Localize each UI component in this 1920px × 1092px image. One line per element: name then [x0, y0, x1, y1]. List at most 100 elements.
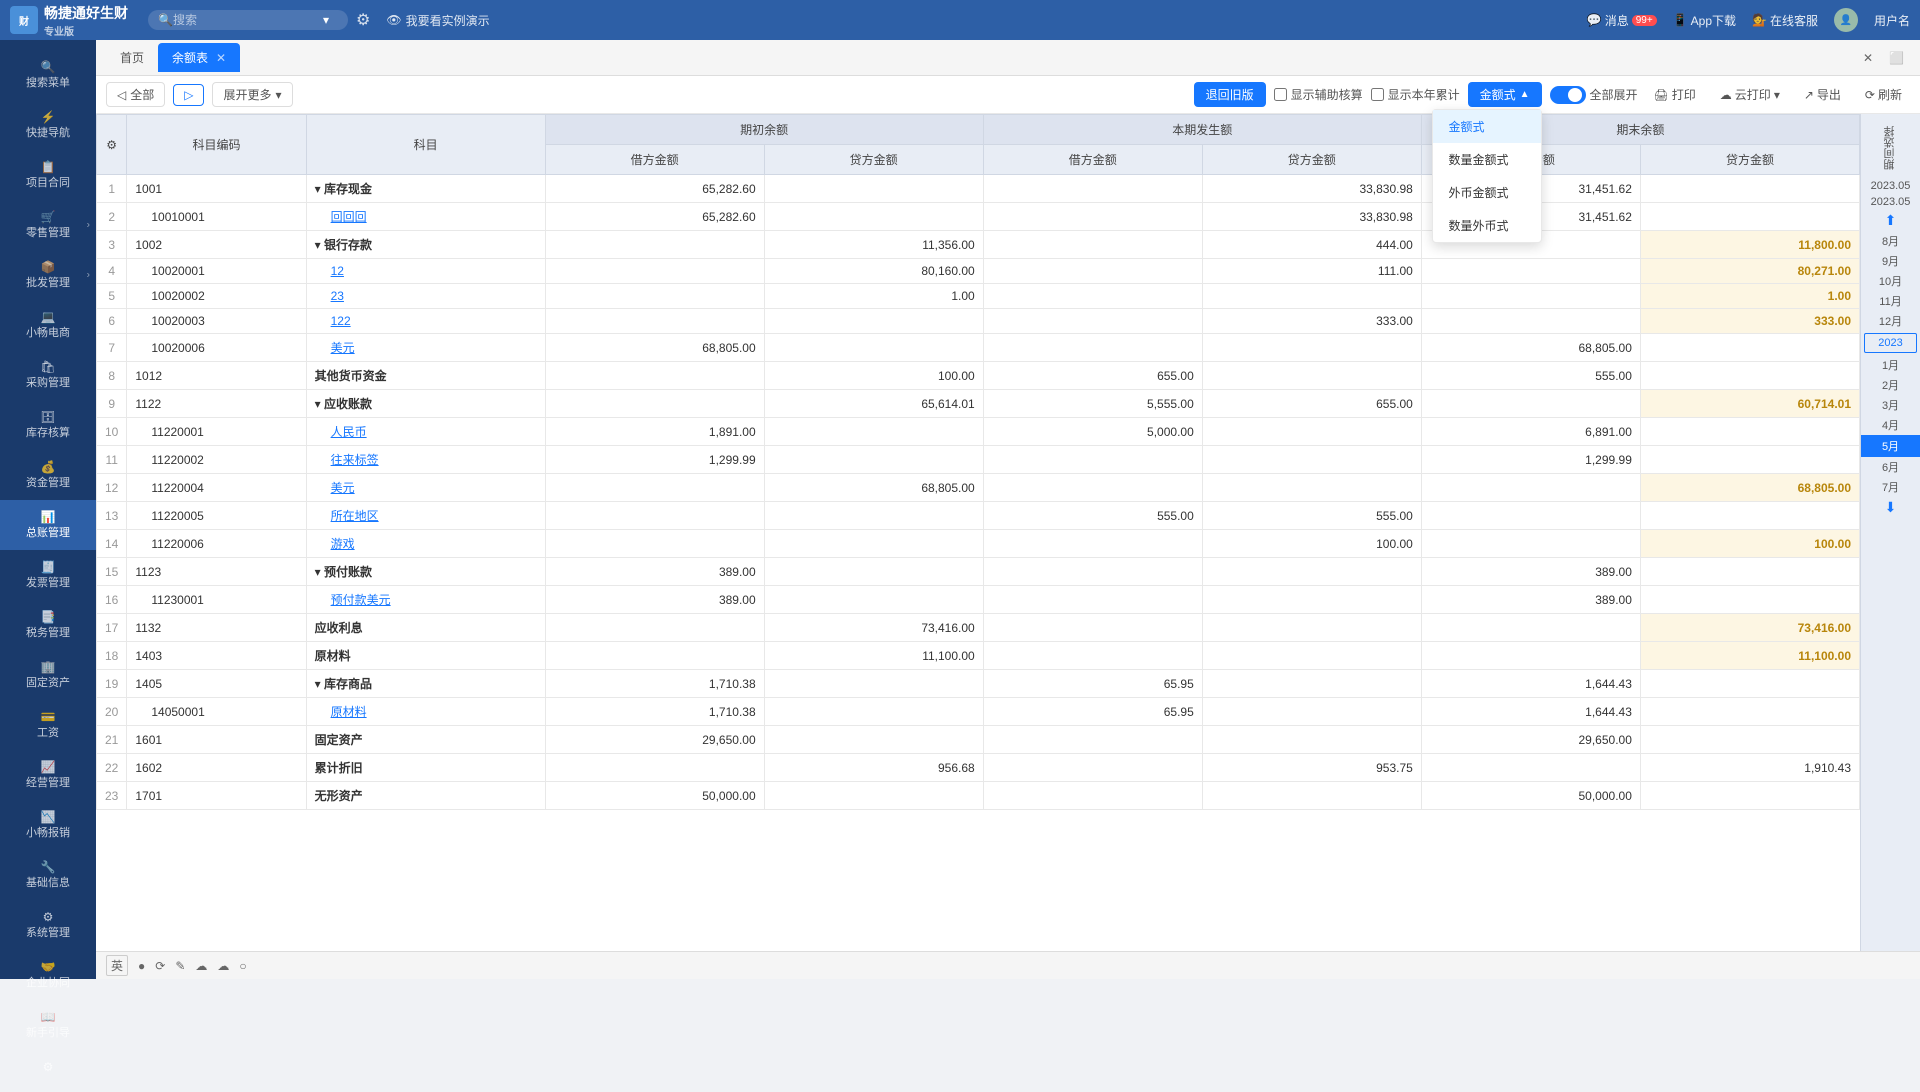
tab-home[interactable]: 首页	[106, 43, 158, 72]
back-nav-button[interactable]: ◁ 全部	[106, 82, 165, 107]
status-edit[interactable]: ✎	[175, 959, 185, 973]
row-name[interactable]: 其他货币资金	[306, 362, 545, 390]
status-cloud1[interactable]: ☁	[195, 959, 207, 973]
show-year-checkbox[interactable]	[1371, 88, 1384, 101]
nav-down-arrow[interactable]: ⬇	[1883, 497, 1899, 518]
row-name[interactable]: 应收利息	[306, 614, 545, 642]
search-bar[interactable]: 🔍 ▾	[148, 10, 348, 30]
settings-icon[interactable]: ⚙	[356, 10, 370, 30]
sidebar-item-ecommerce[interactable]: 💻 小畅电商	[0, 300, 96, 350]
th-settings[interactable]: ⚙	[97, 115, 127, 175]
month-5-active[interactable]: 5月	[1861, 435, 1920, 457]
tab-balance[interactable]: 余额表 ✕	[158, 43, 240, 72]
sidebar-search[interactable]: 🔍 搜索菜单	[0, 50, 96, 100]
row-number: 6	[97, 309, 127, 334]
month-9[interactable]: 9月	[1861, 251, 1920, 271]
format-option-qty-foreign[interactable]: 数量外币式	[1433, 209, 1541, 242]
row-cell-2	[983, 726, 1202, 754]
sidebar-item-settings[interactable]: ⚙	[0, 1050, 96, 1084]
sidebar-item-tax[interactable]: 📑 税务管理	[0, 600, 96, 650]
message-button[interactable]: 💬 消息 99+	[1587, 12, 1657, 29]
sidebar-item-operations[interactable]: 📈 经营管理	[0, 750, 96, 800]
cloud-print-button[interactable]: ☁ 云打印 ▾	[1712, 83, 1788, 106]
status-refresh[interactable]: ⟳	[155, 959, 165, 973]
tab-close-icon[interactable]: ✕	[216, 51, 226, 65]
row-cell-1: 1.00	[764, 284, 983, 309]
sidebar-item-purchase[interactable]: 🛍 采购管理	[0, 350, 96, 400]
show-aux-checkbox[interactable]	[1274, 88, 1287, 101]
show-aux-check[interactable]: 显示辅助核算	[1274, 86, 1363, 103]
row-cell-0: 1,299.99	[545, 446, 764, 474]
sidebar-item-retail[interactable]: 🛒 零售管理 ›	[0, 200, 96, 250]
row-cell-2	[983, 284, 1202, 309]
row-code: 10020006	[127, 334, 306, 362]
row-cell-3	[1202, 474, 1421, 502]
row-name[interactable]: ▾ 库存商品	[306, 670, 545, 698]
format-option-amount[interactable]: 金额式	[1433, 110, 1541, 143]
nav-up-arrow[interactable]: ⬆	[1883, 210, 1899, 231]
toggle-switch[interactable]	[1550, 86, 1586, 104]
settings-icon[interactable]: ⚙	[106, 138, 117, 152]
forward-nav-button[interactable]: ▷	[173, 84, 204, 106]
avatar[interactable]: 👤	[1834, 8, 1858, 32]
month-2[interactable]: 2月	[1861, 375, 1920, 395]
online-service-button[interactable]: 💁 在线客服	[1752, 12, 1818, 29]
sidebar-item-capital[interactable]: 💰 资金管理	[0, 450, 96, 500]
sidebar-item-payroll[interactable]: 💳 工资	[0, 700, 96, 750]
row-name[interactable]: ▾ 应收账款	[306, 390, 545, 418]
sidebar-item-guide[interactable]: 📖 新手引导	[0, 1000, 96, 1050]
demo-button[interactable]: 👁 我要看实例演示	[386, 12, 489, 29]
sidebar-item-assets[interactable]: 🏢 固定资产	[0, 650, 96, 700]
format-button[interactable]: 金额式 ▲	[1468, 82, 1542, 107]
month-6[interactable]: 6月	[1861, 457, 1920, 477]
month-8[interactable]: 8月	[1861, 231, 1920, 251]
row-name[interactable]: ▾ 银行存款	[306, 231, 545, 259]
show-year-label: 显示本年累计	[1388, 86, 1460, 103]
month-4[interactable]: 4月	[1861, 415, 1920, 435]
month-7[interactable]: 7月	[1861, 477, 1920, 497]
row-name[interactable]: 累计折旧	[306, 754, 545, 782]
month-10[interactable]: 10月	[1861, 271, 1920, 291]
row-name: 往来标签	[306, 446, 545, 474]
status-cloud2[interactable]: ☁	[217, 959, 229, 973]
row-cell-3	[1202, 558, 1421, 586]
sidebar-item-quicknav[interactable]: ⚡ 快捷导航	[0, 100, 96, 150]
format-option-qty-amount[interactable]: 数量金额式	[1433, 143, 1541, 176]
year-2023[interactable]: 2023	[1864, 333, 1917, 353]
format-option-foreign-amount[interactable]: 外币金额式	[1433, 176, 1541, 209]
row-cell-4	[1421, 642, 1640, 670]
row-name[interactable]: 固定资产	[306, 726, 545, 754]
sidebar-item-system[interactable]: ⚙ 系统管理	[0, 900, 96, 950]
export-button[interactable]: ↗ 导出	[1796, 83, 1849, 106]
app-download-button[interactable]: 📱 App下载	[1673, 12, 1736, 29]
status-lang[interactable]: 英	[106, 955, 128, 976]
window-close-icon[interactable]: ✕	[1857, 49, 1879, 67]
sidebar-item-reports[interactable]: 📉 小畅报销	[0, 800, 96, 850]
app-icon: 📱	[1673, 13, 1688, 27]
sidebar-item-inventory[interactable]: 🗄 库存核算	[0, 400, 96, 450]
month-12[interactable]: 12月	[1861, 311, 1920, 331]
window-maximize-icon[interactable]: ⬜	[1883, 49, 1910, 67]
row-name[interactable]: 无形资产	[306, 782, 545, 810]
sidebar-item-project[interactable]: 📋 项目合同	[0, 150, 96, 200]
row-cell-3: 444.00	[1202, 231, 1421, 259]
row-name[interactable]: ▾ 库存现金	[306, 175, 545, 203]
expand-more-button[interactable]: 展开更多 ▾	[212, 82, 292, 107]
sidebar-item-cooperation[interactable]: 🤝 企业协同	[0, 950, 96, 1000]
refresh-button[interactable]: ⟳ 刷新	[1857, 83, 1910, 106]
sidebar-item-ledger[interactable]: 📊 总账管理	[0, 500, 96, 550]
month-3[interactable]: 3月	[1861, 395, 1920, 415]
search-input[interactable]	[173, 13, 323, 27]
row-name[interactable]: ▾ 预付账款	[306, 558, 545, 586]
expand-all-toggle[interactable]: 全部展开	[1550, 86, 1638, 104]
sidebar-item-wholesale[interactable]: 📦 批发管理 ›	[0, 250, 96, 300]
sidebar-item-basics[interactable]: 🔧 基础信息	[0, 850, 96, 900]
print-button[interactable]: 🖨 打印	[1646, 83, 1704, 106]
show-year-check[interactable]: 显示本年累计	[1371, 86, 1460, 103]
month-1[interactable]: 1月	[1861, 355, 1920, 375]
month-11[interactable]: 11月	[1861, 291, 1920, 311]
row-name[interactable]: 原材料	[306, 642, 545, 670]
sidebar-item-invoice[interactable]: 🧾 发票管理	[0, 550, 96, 600]
chevron-down-icon: ▾	[1774, 88, 1780, 102]
return-old-button[interactable]: 退回旧版	[1194, 82, 1266, 107]
